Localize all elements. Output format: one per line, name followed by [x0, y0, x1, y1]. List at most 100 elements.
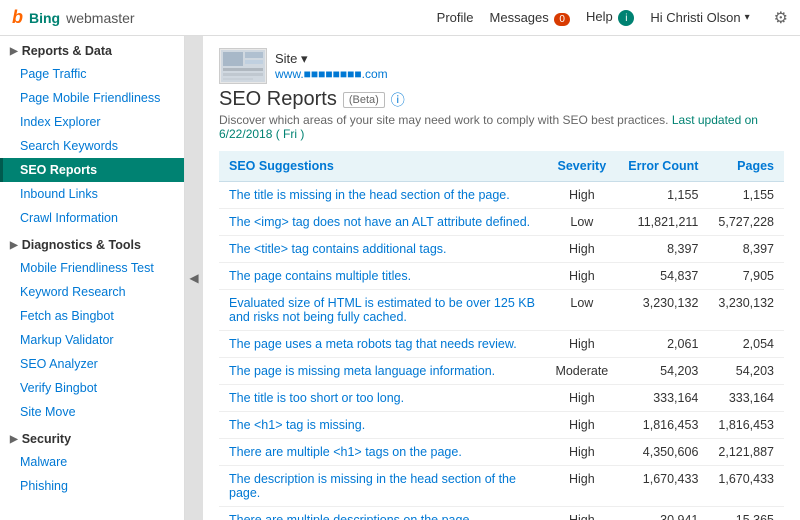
- sidebar-collapse-button[interactable]: ◀: [185, 36, 203, 520]
- sidebar-item-markup-validator[interactable]: Markup Validator: [0, 328, 184, 352]
- sidebar-item-search-keywords[interactable]: Search Keywords: [0, 134, 184, 158]
- severity-cell: High: [545, 385, 618, 412]
- table-row: The <img> tag does not have an ALT attri…: [219, 209, 784, 236]
- sidebar-item-mobile-friendliness[interactable]: Page Mobile Friendliness: [0, 86, 184, 110]
- sidebar-item-index-explorer[interactable]: Index Explorer: [0, 110, 184, 134]
- table-row: The page contains multiple titles.High54…: [219, 263, 784, 290]
- table-row: Evaluated size of HTML is estimated to b…: [219, 290, 784, 331]
- brand-name: Bing: [29, 10, 60, 26]
- pages-cell: 5,727,228: [708, 209, 784, 236]
- sidebar-item-malware[interactable]: Malware: [0, 450, 184, 474]
- error-count-cell: 30,941: [618, 507, 708, 520]
- pages-cell: 1,670,433: [708, 466, 784, 507]
- help-link[interactable]: Help i: [586, 9, 634, 27]
- severity-cell: Low: [545, 290, 618, 331]
- site-url: www.■■■■■■■■.com: [275, 67, 388, 81]
- table-row: The page uses a meta robots tag that nee…: [219, 331, 784, 358]
- error-count-cell: 3,230,132: [618, 290, 708, 331]
- suggestion-cell[interactable]: Evaluated size of HTML is estimated to b…: [219, 290, 545, 331]
- severity-cell: High: [545, 466, 618, 507]
- user-menu[interactable]: Hi Christi Olson ▾: [650, 10, 749, 25]
- page-description: Discover which areas of your site may ne…: [219, 113, 784, 141]
- profile-link[interactable]: Profile: [437, 10, 474, 25]
- sidebar-section-diagnostics[interactable]: ▶ Diagnostics & Tools: [0, 230, 184, 256]
- main-content: Site ▾ www.■■■■■■■■.com SEO Reports (Bet…: [203, 36, 800, 520]
- sidebar-item-page-traffic[interactable]: Page Traffic: [0, 62, 184, 86]
- error-count-cell: 8,397: [618, 236, 708, 263]
- suggestion-cell[interactable]: The page is missing meta language inform…: [219, 358, 545, 385]
- seo-suggestions-table: SEO Suggestions Severity Error Count Pag…: [219, 151, 784, 520]
- table-row: The title is missing in the head section…: [219, 182, 784, 209]
- suggestion-cell[interactable]: The page uses a meta robots tag that nee…: [219, 331, 545, 358]
- error-count-cell: 333,164: [618, 385, 708, 412]
- sidebar-section-security[interactable]: ▶ Security: [0, 424, 184, 450]
- th-pages: Pages: [708, 151, 784, 182]
- chevron-down-icon: ▶: [10, 240, 18, 251]
- severity-cell: Low: [545, 209, 618, 236]
- messages-link[interactable]: Messages 0: [490, 10, 570, 25]
- sidebar-item-verify-bingbot[interactable]: Verify Bingbot: [0, 376, 184, 400]
- suggestion-cell[interactable]: The title is too short or too long.: [219, 385, 545, 412]
- severity-cell: High: [545, 439, 618, 466]
- table-row: The description is missing in the head s…: [219, 466, 784, 507]
- error-count-cell: 1,670,433: [618, 466, 708, 507]
- suggestion-cell[interactable]: The page contains multiple titles.: [219, 263, 545, 290]
- suggestion-cell[interactable]: The description is missing in the head s…: [219, 466, 545, 507]
- settings-icon[interactable]: ⚙: [774, 8, 788, 28]
- suggestion-cell[interactable]: The <title> tag contains additional tags…: [219, 236, 545, 263]
- site-thumbnail: [219, 48, 267, 84]
- pages-cell: 1,816,453: [708, 412, 784, 439]
- info-icon[interactable]: ⓘ: [391, 90, 405, 110]
- table-row: The <h1> tag is missing.High1,816,4531,8…: [219, 412, 784, 439]
- beta-badge: (Beta): [343, 92, 385, 108]
- brand-subtitle: webmaster: [66, 10, 134, 26]
- brand-logo: b Bing webmaster: [12, 7, 135, 28]
- site-header: Site ▾ www.■■■■■■■■.com: [219, 48, 784, 84]
- page-title: SEO Reports (Beta) ⓘ: [219, 88, 784, 111]
- pages-cell: 333,164: [708, 385, 784, 412]
- th-seo-suggestions: SEO Suggestions: [219, 151, 545, 182]
- pages-cell: 3,230,132: [708, 290, 784, 331]
- site-info: Site ▾ www.■■■■■■■■.com: [275, 51, 388, 81]
- error-count-cell: 2,061: [618, 331, 708, 358]
- suggestion-cell[interactable]: The <h1> tag is missing.: [219, 412, 545, 439]
- suggestion-cell[interactable]: There are multiple <h1> tags on the page…: [219, 439, 545, 466]
- severity-cell: High: [545, 412, 618, 439]
- sidebar-item-phishing[interactable]: Phishing: [0, 474, 184, 498]
- severity-cell: High: [545, 182, 618, 209]
- sidebar-item-crawl-information[interactable]: Crawl Information: [0, 206, 184, 230]
- messages-badge: 0: [554, 13, 570, 26]
- severity-cell: High: [545, 236, 618, 263]
- chevron-down-icon: ▶: [10, 46, 18, 57]
- error-count-cell: 1,816,453: [618, 412, 708, 439]
- sidebar-item-inbound-links[interactable]: Inbound Links: [0, 182, 184, 206]
- sidebar-section-reports-data[interactable]: ▶ Reports & Data: [0, 36, 184, 62]
- body-layout: ▶ Reports & Data Page Traffic Page Mobil…: [0, 36, 800, 520]
- sidebar-item-site-move[interactable]: Site Move: [0, 400, 184, 424]
- table-row: The title is too short or too long.High3…: [219, 385, 784, 412]
- sidebar-item-seo-analyzer[interactable]: SEO Analyzer: [0, 352, 184, 376]
- table-header-row: SEO Suggestions Severity Error Count Pag…: [219, 151, 784, 182]
- chevron-down-icon: ▶: [10, 434, 18, 445]
- error-count-cell: 1,155: [618, 182, 708, 209]
- site-name[interactable]: Site ▾: [275, 51, 388, 67]
- suggestion-cell[interactable]: The <img> tag does not have an ALT attri…: [219, 209, 545, 236]
- th-error-count: Error Count: [618, 151, 708, 182]
- table-row: The <title> tag contains additional tags…: [219, 236, 784, 263]
- pages-cell: 2,054: [708, 331, 784, 358]
- help-badge: i: [618, 10, 634, 26]
- sidebar-item-fetch-bingbot[interactable]: Fetch as Bingbot: [0, 304, 184, 328]
- error-count-cell: 54,203: [618, 358, 708, 385]
- pages-cell: 54,203: [708, 358, 784, 385]
- pages-cell: 1,155: [708, 182, 784, 209]
- pages-cell: 8,397: [708, 236, 784, 263]
- site-preview-image: [221, 50, 265, 82]
- suggestion-cell[interactable]: The title is missing in the head section…: [219, 182, 545, 209]
- severity-cell: High: [545, 507, 618, 520]
- suggestion-cell[interactable]: There are multiple descriptions on the p…: [219, 507, 545, 520]
- sidebar-item-seo-reports[interactable]: SEO Reports: [0, 158, 184, 182]
- sidebar-item-mobile-friendliness-test[interactable]: Mobile Friendliness Test: [0, 256, 184, 280]
- sidebar-item-keyword-research[interactable]: Keyword Research: [0, 280, 184, 304]
- table-row: There are multiple descriptions on the p…: [219, 507, 784, 520]
- bing-b-icon: b: [12, 7, 23, 28]
